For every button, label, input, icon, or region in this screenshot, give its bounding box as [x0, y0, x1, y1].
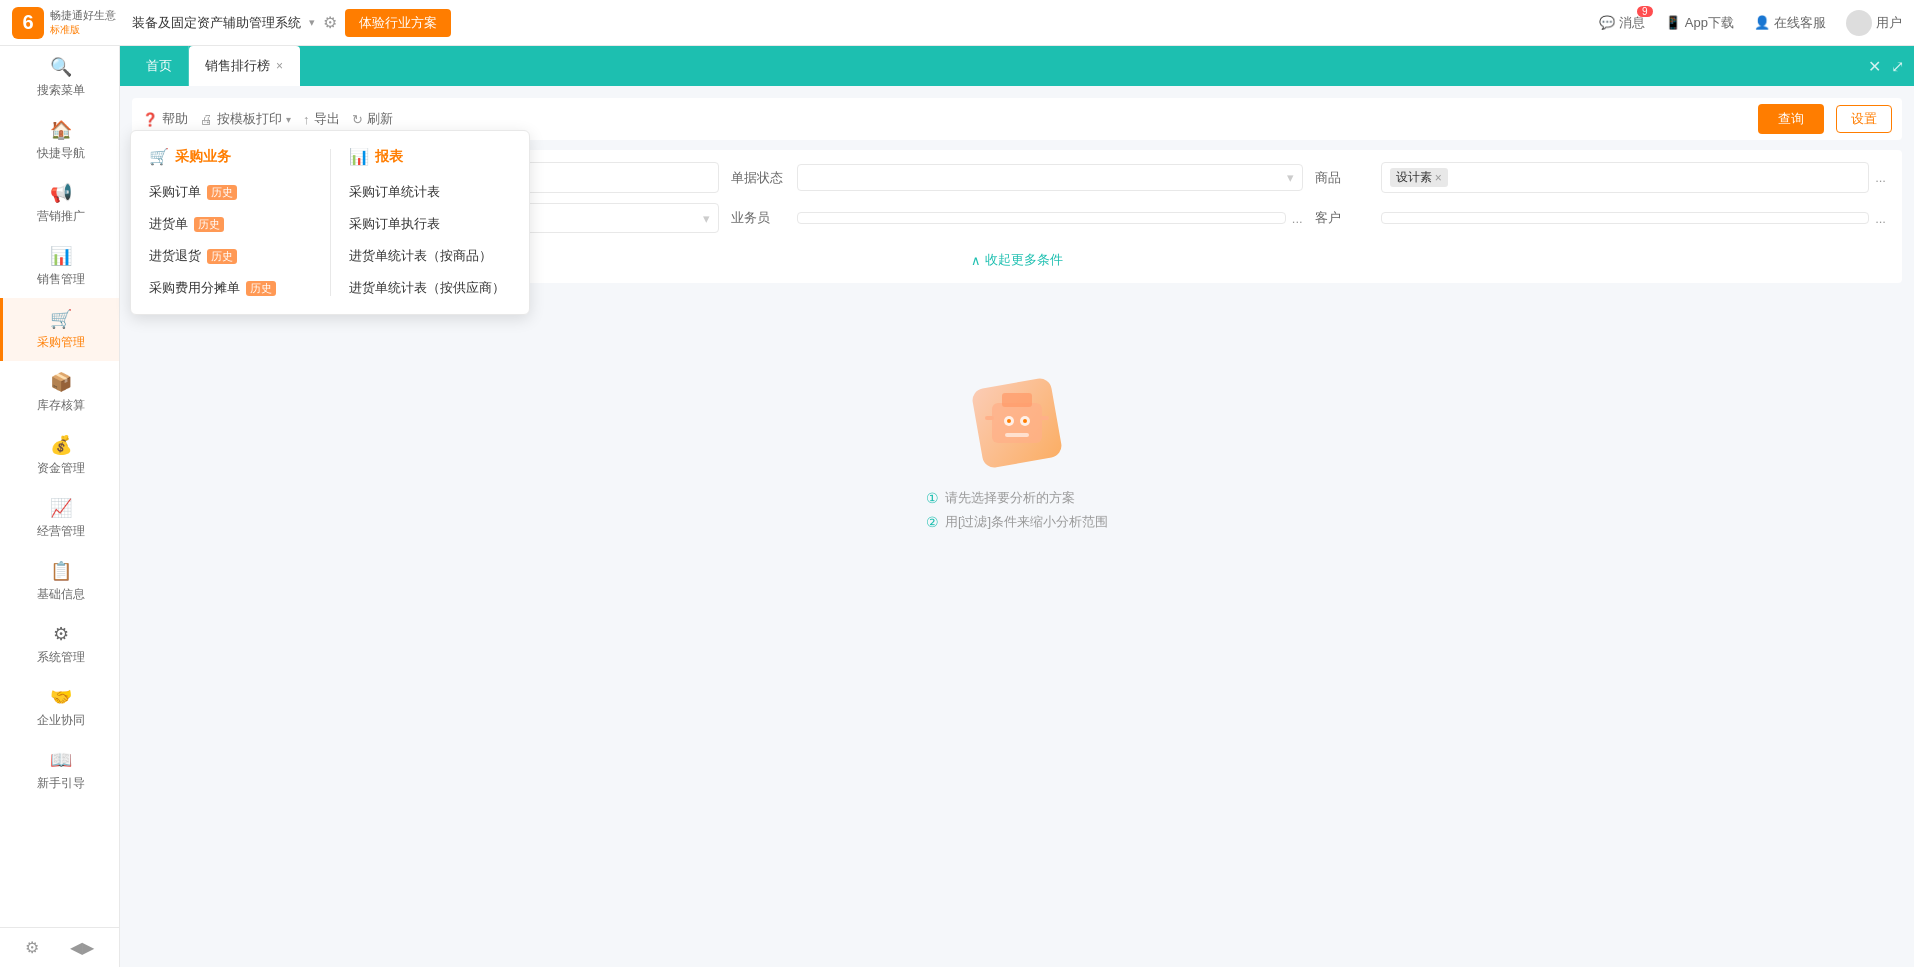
purchase-expense-history[interactable]: 历史 — [246, 281, 276, 296]
purchase-order-history[interactable]: 历史 — [207, 185, 237, 200]
dropdown-item-goods-in[interactable]: 进货单 历史 — [139, 208, 322, 240]
goods-stat-by-supplier-label: 进货单统计表（按供应商） — [349, 279, 505, 297]
order-exec-label: 采购订单执行表 — [349, 215, 440, 233]
goods-stat-by-goods-label: 进货单统计表（按商品） — [349, 247, 492, 265]
goods-return-label: 进货退货 — [149, 247, 201, 265]
dropdown-item-purchase-expense[interactable]: 采购费用分摊单 历史 — [139, 272, 322, 304]
dropdown-item-purchase-order[interactable]: 采购订单 历史 — [139, 176, 322, 208]
dropdown-biz-col: 🛒 采购业务 采购订单 历史 进货单 历史 进货退货 历史 采购费用分摊单 历史 — [131, 141, 330, 304]
dropdown-item-order-exec[interactable]: 采购订单执行表 — [339, 208, 522, 240]
report-icon: 📊 — [349, 147, 369, 166]
goods-in-history[interactable]: 历史 — [194, 217, 224, 232]
biz-title-label: 采购业务 — [175, 148, 231, 166]
purchase-expense-label: 采购费用分摊单 — [149, 279, 240, 297]
dropdown-item-order-stat[interactable]: 采购订单统计表 — [339, 176, 522, 208]
biz-icon: 🛒 — [149, 147, 169, 166]
goods-in-label: 进货单 — [149, 215, 188, 233]
dropdown-report-col: 📊 报表 采购订单统计表 采购订单执行表 进货单统计表（按商品） 进货单统计表（… — [331, 141, 530, 304]
dropdown-item-goods-stat-by-supplier[interactable]: 进货单统计表（按供应商） — [339, 272, 522, 304]
dropdown-item-goods-return[interactable]: 进货退货 历史 — [139, 240, 322, 272]
purchase-order-label: 采购订单 — [149, 183, 201, 201]
dropdown-item-goods-stat-by-goods[interactable]: 进货单统计表（按商品） — [339, 240, 522, 272]
dropdown-report-title: 📊 报表 — [339, 141, 522, 172]
order-stat-label: 采购订单统计表 — [349, 183, 440, 201]
goods-return-history[interactable]: 历史 — [207, 249, 237, 264]
report-title-label: 报表 — [375, 148, 403, 166]
dropdown-biz-title: 🛒 采购业务 — [139, 141, 322, 172]
purchase-dropdown-menu: 🛒 采购业务 采购订单 历史 进货单 历史 进货退货 历史 采购费用分摊单 历史… — [130, 130, 530, 315]
